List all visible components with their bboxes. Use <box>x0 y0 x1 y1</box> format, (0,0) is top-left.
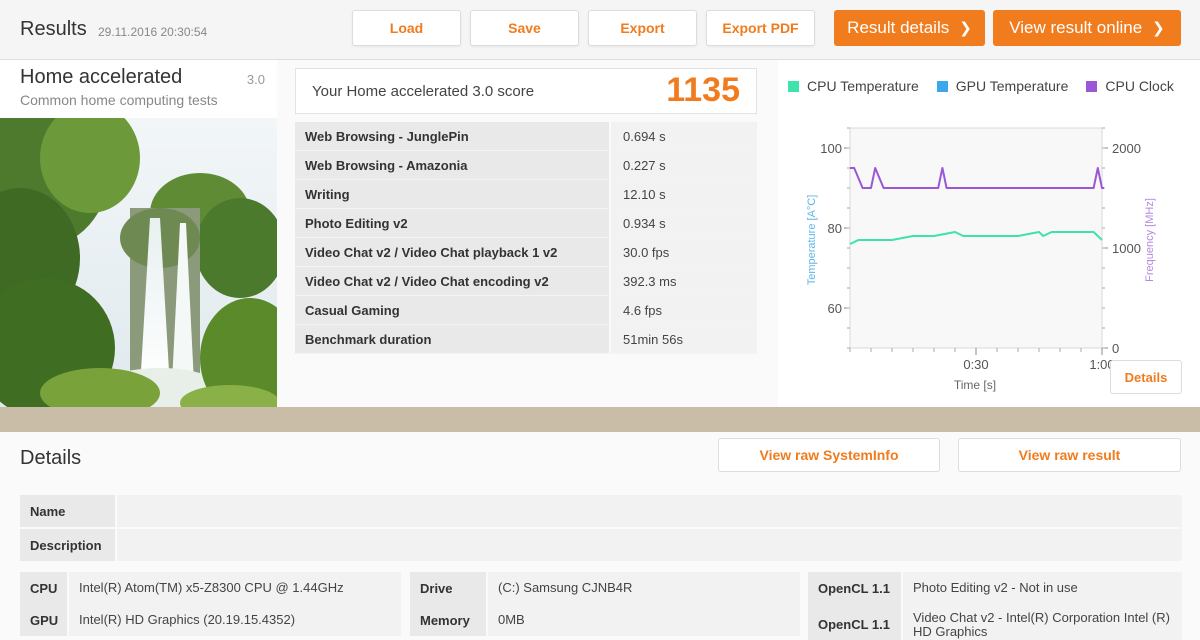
subtest-value: 30.0 fps <box>611 238 757 266</box>
description-value <box>117 529 1182 561</box>
chevron-right-icon: ❯ <box>1152 20 1165 37</box>
drive-label: Drive <box>410 572 486 604</box>
subtest-value: 0.934 s <box>611 209 757 237</box>
details-title: Details <box>20 447 82 469</box>
table-row: Casual Gaming 4.6 fps <box>295 296 757 325</box>
opencl-value: Photo Editing v2 - Not in use <box>903 572 1182 604</box>
load-button[interactable]: Load <box>352 10 461 46</box>
opencl-value: Video Chat v2 - Intel(R) Corporation Int… <box>903 604 1182 640</box>
subtest-value: 4.6 fps <box>611 296 757 324</box>
y-left-tick-label: 60 <box>828 301 842 316</box>
y-axis-right-label: Frequency [MHz] <box>1144 198 1156 282</box>
y-left-tick-label: 80 <box>828 221 842 236</box>
view-raw-result-button[interactable]: View raw result <box>958 438 1181 472</box>
name-value <box>117 495 1182 527</box>
subtest-name: Web Browsing - Amazonia <box>295 151 609 179</box>
cpu-row: CPU Intel(R) Atom(TM) x5-Z8300 CPU @ 1.4… <box>20 572 401 604</box>
subtest-value: 0.694 s <box>611 122 757 150</box>
name-label: Name <box>20 495 115 527</box>
result-details-label: Result details <box>847 18 950 37</box>
score-label: Your Home accelerated 3.0 score <box>312 83 535 100</box>
result-details-button[interactable]: Result details ❯ <box>834 10 985 46</box>
subtest-name: Benchmark duration <box>295 325 609 353</box>
description-row: Description <box>20 529 1182 561</box>
subtest-name: Writing <box>295 180 609 208</box>
y-right-tick-label: 2000 <box>1112 141 1141 156</box>
score-value: 1135 <box>666 71 740 109</box>
opencl-row-1: OpenCL 1.1 Photo Editing v2 - Not in use <box>808 572 1182 604</box>
chart-details-button[interactable]: Details <box>1110 360 1182 394</box>
y-right-tick-label: 0 <box>1112 341 1119 356</box>
view-result-online-button[interactable]: View result online ❯ <box>993 10 1181 46</box>
subtest-value: 12.10 s <box>611 180 757 208</box>
table-row: Writing 12.10 s <box>295 180 757 209</box>
y-axis-left-label: Temperature [A°C] <box>806 195 818 286</box>
table-row: Video Chat v2 / Video Chat playback 1 v2… <box>295 238 757 267</box>
y-left-tick-label: 100 <box>820 141 842 156</box>
memory-row: Memory 0MB <box>410 604 800 636</box>
subtest-name: Video Chat v2 / Video Chat encoding v2 <box>295 267 609 295</box>
x-axis-label: Time [s] <box>954 378 996 392</box>
gpu-label: GPU <box>20 604 67 636</box>
gpu-row: GPU Intel(R) HD Graphics (20.19.15.4352) <box>20 604 401 636</box>
test-image <box>0 118 277 407</box>
subtest-value: 0.227 s <box>611 151 757 179</box>
test-name: Home accelerated <box>20 66 183 88</box>
subtest-value: 51min 56s <box>611 325 757 353</box>
chevron-right-icon: ❯ <box>959 20 972 37</box>
table-row: Web Browsing - JunglePin 0.694 s <box>295 122 757 151</box>
export-pdf-button[interactable]: Export PDF <box>706 10 815 46</box>
score-box: Your Home accelerated 3.0 score 1135 <box>295 68 757 114</box>
save-button[interactable]: Save <box>470 10 579 46</box>
gpu-value: Intel(R) HD Graphics (20.19.15.4352) <box>69 604 401 636</box>
description-label: Description <box>20 529 115 561</box>
monitoring-chart: 60801000100020000:30 1:00 Time [s] Temper… <box>806 127 1156 392</box>
cpu-value: Intel(R) Atom(TM) x5-Z8300 CPU @ 1.44GHz <box>69 572 401 604</box>
monitoring-chart-panel: CPU Temperature GPU Temperature CPU Cloc… <box>778 60 1200 407</box>
results-header: Results 29.11.2016 20:30:54 Load Save Ex… <box>0 0 1200 60</box>
subtest-name: Photo Editing v2 <box>295 209 609 237</box>
view-result-online-label: View result online <box>1009 18 1143 37</box>
opencl-label: OpenCL 1.1 <box>808 572 901 604</box>
opencl-row-2: OpenCL 1.1 Video Chat v2 - Intel(R) Corp… <box>808 604 1182 640</box>
table-row: Benchmark duration 51min 56s <box>295 325 757 354</box>
subtest-name: Casual Gaming <box>295 296 609 324</box>
details-section: Details View raw SystemInfo View raw res… <box>0 432 1200 640</box>
page-title: Results <box>20 18 87 40</box>
result-date: 29.11.2016 20:30:54 <box>98 25 208 39</box>
y-right-tick-label: 1000 <box>1112 241 1141 256</box>
table-row: Web Browsing - Amazonia 0.227 s <box>295 151 757 180</box>
memory-value: 0MB <box>488 604 800 636</box>
drive-row: Drive (C:) Samsung CJNB4R <box>410 572 800 604</box>
subtest-value: 392.3 ms <box>611 267 757 295</box>
x-tick-label: 0:30 <box>963 357 988 372</box>
test-subtitle: Common home computing tests <box>20 92 218 108</box>
subtest-name: Video Chat v2 / Video Chat playback 1 v2 <box>295 238 609 266</box>
subtest-name: Web Browsing - JunglePin <box>295 122 609 150</box>
plot-area <box>849 127 1103 349</box>
opencl-label: OpenCL 1.1 <box>808 604 901 640</box>
cpu-label: CPU <box>20 572 67 604</box>
result-summary-panel: Home accelerated 3.0 Common home computi… <box>0 60 1200 407</box>
memory-label: Memory <box>410 604 486 636</box>
drive-value: (C:) Samsung CJNB4R <box>488 572 800 604</box>
test-header: Home accelerated 3.0 Common home computi… <box>0 60 277 118</box>
view-raw-systeminfo-button[interactable]: View raw SystemInfo <box>718 438 940 472</box>
table-row: Video Chat v2 / Video Chat encoding v2 39… <box>295 267 757 296</box>
subtest-results-table: Web Browsing - JunglePin 0.694 s Web Brow… <box>295 122 757 354</box>
export-button[interactable]: Export <box>588 10 697 46</box>
name-row: Name <box>20 495 1182 527</box>
test-version: 3.0 <box>246 72 265 87</box>
table-row: Photo Editing v2 0.934 s <box>295 209 757 238</box>
